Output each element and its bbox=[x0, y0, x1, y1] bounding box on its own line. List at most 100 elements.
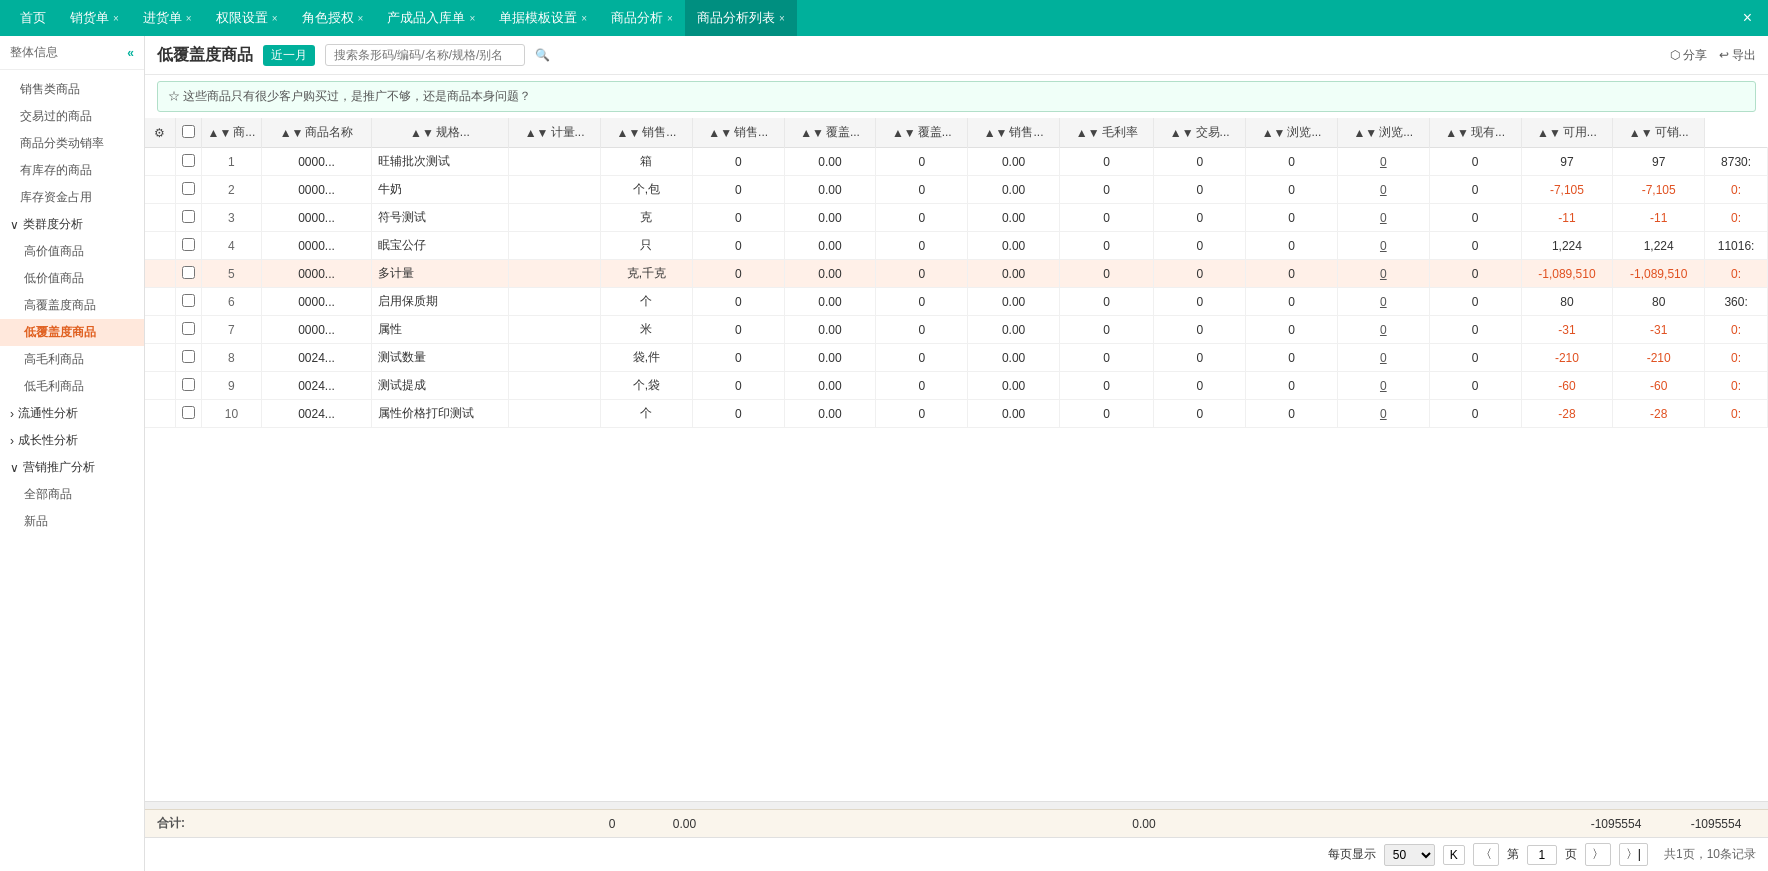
row-checkbox-cell[interactable] bbox=[175, 148, 201, 176]
nav-close-sales[interactable]: × bbox=[113, 13, 119, 24]
checkbox-column-header[interactable] bbox=[175, 118, 201, 148]
nav-product-inbound[interactable]: 产成品入库单 × bbox=[375, 0, 487, 36]
nav-close-inbound[interactable]: × bbox=[469, 13, 475, 24]
row-cover-rate-cell: 0.00 bbox=[968, 176, 1060, 204]
nav-product-analysis-list[interactable]: 商品分析列表 × bbox=[685, 0, 797, 36]
sales-qty-column-header[interactable]: ▲▼销售... bbox=[601, 118, 693, 148]
row-checkbox[interactable] bbox=[182, 154, 195, 167]
row-browse-count-cell[interactable]: 0 bbox=[1337, 316, 1429, 344]
row-checkbox-cell[interactable] bbox=[175, 204, 201, 232]
row-browse-count-cell[interactable]: 0 bbox=[1337, 204, 1429, 232]
share-button[interactable]: ⬡ 分享 bbox=[1670, 47, 1707, 64]
window-close-btn[interactable]: × bbox=[1735, 9, 1760, 27]
sidebar-item-traded-goods[interactable]: 交易过的商品 bbox=[0, 103, 144, 130]
nav-product-analysis[interactable]: 商品分析 × bbox=[599, 0, 685, 36]
unit-column-header[interactable]: ▲▼计量... bbox=[509, 118, 601, 148]
next-page-btn[interactable]: 〉 bbox=[1585, 843, 1611, 866]
nav-close-permission[interactable]: × bbox=[272, 13, 278, 24]
nav-close-analysis-list[interactable]: × bbox=[779, 13, 785, 24]
row-browse-count-cell[interactable]: 0 bbox=[1337, 344, 1429, 372]
row-checkbox-cell[interactable] bbox=[175, 316, 201, 344]
row-checkbox[interactable] bbox=[182, 322, 195, 335]
nav-close-role[interactable]: × bbox=[358, 13, 364, 24]
row-checkbox[interactable] bbox=[182, 294, 195, 307]
settings-column-header[interactable]: ⚙ bbox=[145, 118, 175, 148]
row-checkbox-cell[interactable] bbox=[175, 232, 201, 260]
sidebar-item-sales-goods[interactable]: 销售类商品 bbox=[0, 76, 144, 103]
row-checkbox-cell[interactable] bbox=[175, 344, 201, 372]
sidebar-item-all-goods[interactable]: 全部商品 bbox=[0, 481, 144, 508]
row-browse-count-cell[interactable]: 0 bbox=[1337, 148, 1429, 176]
row-browse-count-cell[interactable]: 0 bbox=[1337, 288, 1429, 316]
period-button[interactable]: 近一月 bbox=[263, 45, 315, 66]
row-checkbox[interactable] bbox=[182, 406, 195, 419]
sales-amt-column-header[interactable]: ▲▼销售... bbox=[692, 118, 784, 148]
sidebar-group-cluster-analysis[interactable]: ∨ 类群度分析 bbox=[0, 211, 144, 238]
export-button[interactable]: ↩ 导出 bbox=[1719, 47, 1756, 64]
last-page-btn[interactable]: 〉| bbox=[1619, 843, 1648, 866]
row-checkbox-cell[interactable] bbox=[175, 372, 201, 400]
avail-stock-column-header[interactable]: ▲▼可用... bbox=[1521, 118, 1613, 148]
nav-role-auth[interactable]: 角色授权 × bbox=[290, 0, 376, 36]
name-column-header[interactable]: ▲▼商品名称 bbox=[262, 118, 371, 148]
row-checkbox[interactable] bbox=[182, 378, 195, 391]
prev-page-btn[interactable]: 〈 bbox=[1473, 843, 1499, 866]
row-checkbox-cell[interactable] bbox=[175, 400, 201, 428]
sidebar-group-growth[interactable]: › 成长性分析 bbox=[0, 427, 144, 454]
saleable-stock-column-header[interactable]: ▲▼可销... bbox=[1613, 118, 1705, 148]
search-input[interactable] bbox=[325, 44, 525, 66]
browse-rate-column-header[interactable]: ▲▼浏览... bbox=[1337, 118, 1429, 148]
nav-purchase-order[interactable]: 进货单 × bbox=[131, 0, 204, 36]
search-icon[interactable]: 🔍 bbox=[535, 48, 550, 62]
row-checkbox-cell[interactable] bbox=[175, 288, 201, 316]
first-page-btn[interactable]: K bbox=[1443, 845, 1465, 865]
sidebar-group-circulation[interactable]: › 流通性分析 bbox=[0, 400, 144, 427]
row-browse-count-cell[interactable]: 0 bbox=[1337, 372, 1429, 400]
sidebar-item-category-rate[interactable]: 商品分类动销率 bbox=[0, 130, 144, 157]
sidebar-item-high-value[interactable]: 高价值商品 bbox=[0, 238, 144, 265]
sidebar-item-stock-capital[interactable]: 库存资金占用 bbox=[0, 184, 144, 211]
current-stock-column-header[interactable]: ▲▼现有... bbox=[1429, 118, 1521, 148]
page-number-input[interactable] bbox=[1527, 845, 1557, 865]
row-checkbox-cell[interactable] bbox=[175, 260, 201, 288]
settings-cell bbox=[145, 372, 175, 400]
trade-count-column-header[interactable]: ▲▼交易... bbox=[1154, 118, 1246, 148]
sidebar-item-low-coverage[interactable]: 低覆盖度商品 bbox=[0, 319, 144, 346]
row-browse-count-cell[interactable]: 0 bbox=[1337, 400, 1429, 428]
sidebar-collapse-btn[interactable]: « bbox=[127, 46, 134, 60]
gross-rate-column-header[interactable]: ▲▼毛利率 bbox=[1060, 118, 1154, 148]
sidebar-item-high-profit[interactable]: 高毛利商品 bbox=[0, 346, 144, 373]
sidebar-item-in-stock-goods[interactable]: 有库存的商品 bbox=[0, 157, 144, 184]
row-checkbox[interactable] bbox=[182, 182, 195, 195]
row-checkbox[interactable] bbox=[182, 210, 195, 223]
sidebar-item-high-coverage[interactable]: 高覆盖度商品 bbox=[0, 292, 144, 319]
row-checkbox[interactable] bbox=[182, 238, 195, 251]
sidebar-group-marketing[interactable]: ∨ 营销推广分析 bbox=[0, 454, 144, 481]
row-checkbox-cell[interactable] bbox=[175, 176, 201, 204]
select-all-checkbox[interactable] bbox=[182, 125, 195, 138]
row-checkbox[interactable] bbox=[182, 266, 195, 279]
nav-home[interactable]: 首页 bbox=[8, 0, 58, 36]
nav-close-analysis[interactable]: × bbox=[667, 13, 673, 24]
sidebar-item-new-goods[interactable]: 新品 bbox=[0, 508, 144, 535]
sales-customer-column-header[interactable]: ▲▼销售... bbox=[968, 118, 1060, 148]
row-browse-count-cell[interactable]: 0 bbox=[1337, 260, 1429, 288]
horizontal-scrollbar[interactable] bbox=[145, 801, 1768, 809]
spec-column-header[interactable]: ▲▼规格... bbox=[371, 118, 509, 148]
nav-sales-order[interactable]: 销货单 × bbox=[58, 0, 131, 36]
nav-template-settings[interactable]: 单据模板设置 × bbox=[487, 0, 599, 36]
nav-permission-settings[interactable]: 权限设置 × bbox=[204, 0, 290, 36]
sidebar-item-low-value[interactable]: 低价值商品 bbox=[0, 265, 144, 292]
browse-count-column-header[interactable]: ▲▼浏览... bbox=[1246, 118, 1338, 148]
cover-rate-column-header[interactable]: ▲▼覆盖... bbox=[876, 118, 968, 148]
sidebar-item-low-profit[interactable]: 低毛利商品 bbox=[0, 373, 144, 400]
per-page-select[interactable]: 50 100 200 bbox=[1384, 844, 1435, 866]
row-browse-count-cell[interactable]: 0 bbox=[1337, 232, 1429, 260]
nav-close-purchase[interactable]: × bbox=[186, 13, 192, 24]
code-column-header[interactable]: ▲▼商... bbox=[201, 118, 262, 148]
expand-icon-growth: › bbox=[10, 434, 14, 448]
row-browse-count-cell[interactable]: 0 bbox=[1337, 176, 1429, 204]
row-checkbox[interactable] bbox=[182, 350, 195, 363]
nav-close-template[interactable]: × bbox=[581, 13, 587, 24]
cover-count-column-header[interactable]: ▲▼覆盖... bbox=[784, 118, 876, 148]
